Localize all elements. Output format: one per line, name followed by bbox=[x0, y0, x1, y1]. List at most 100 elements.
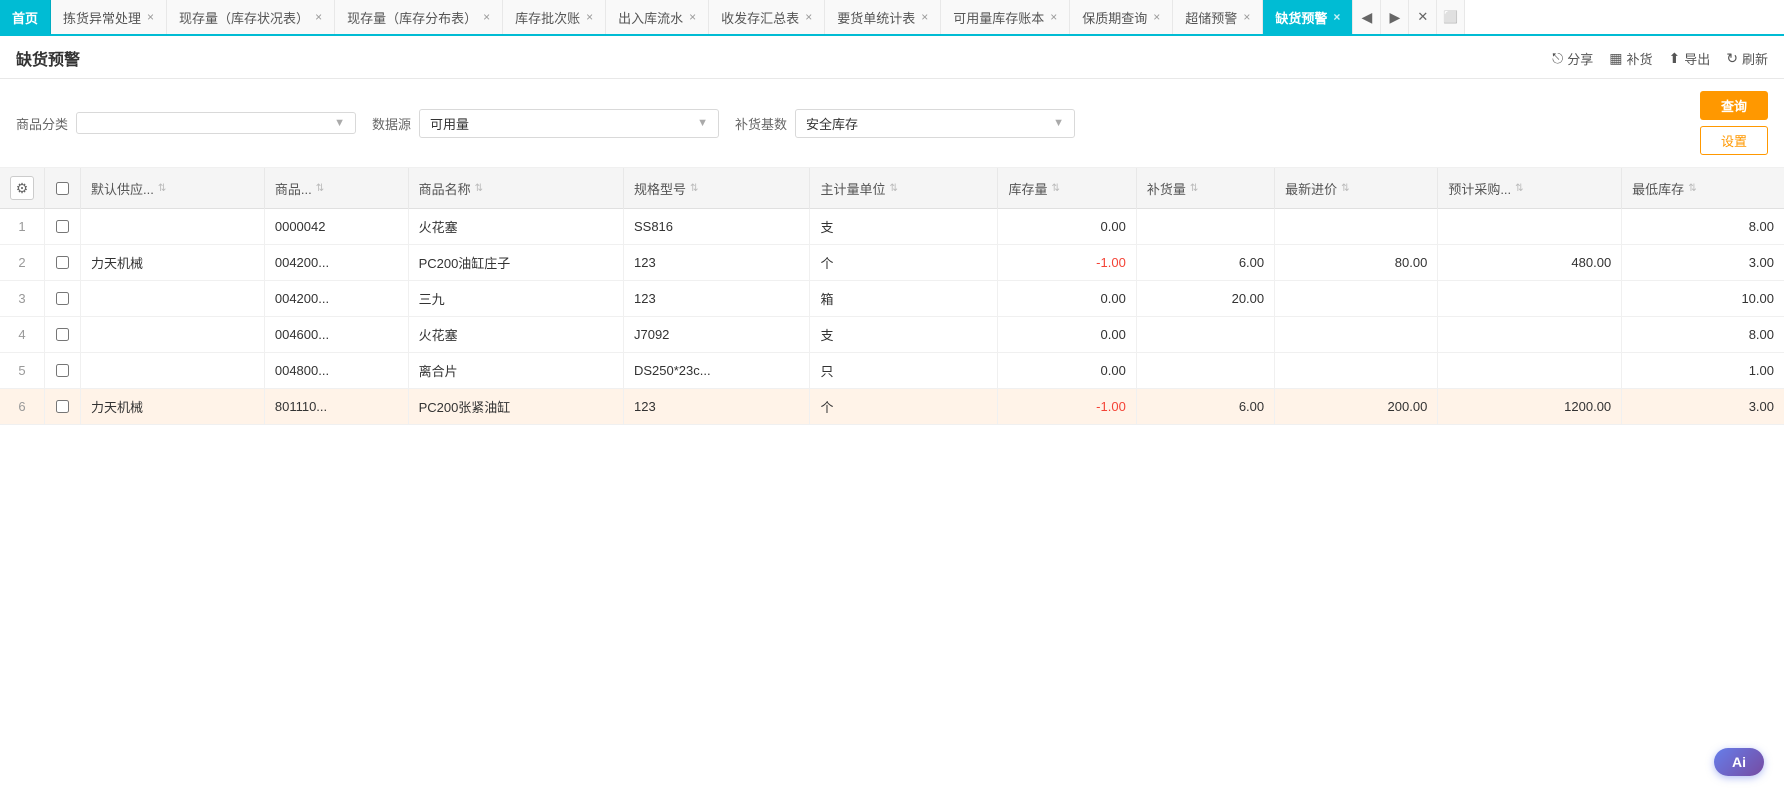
sort-icon-stock: ⇅ bbox=[1052, 183, 1060, 194]
th-min-stock-sort[interactable]: 最低库存 ⇅ bbox=[1632, 179, 1774, 198]
column-settings-button[interactable]: ⚙ bbox=[10, 176, 34, 200]
tab-close-inventory-status[interactable]: × bbox=[315, 11, 322, 23]
cell-min-stock-6: 3.00 bbox=[1622, 389, 1784, 425]
tab-batch-account[interactable]: 库存批次账 × bbox=[503, 0, 606, 34]
cell-min-stock-3: 10.00 bbox=[1622, 281, 1784, 317]
th-stock-sort[interactable]: 库存量 ⇅ bbox=[1008, 179, 1125, 198]
page-header: 缺货预警 ⎋ 分享 ▦ 补货 ⬆ 导出 ↻ 刷新 bbox=[0, 36, 1784, 79]
settings-button[interactable]: 设置 bbox=[1700, 126, 1768, 155]
datasource-select[interactable]: 可用量 ▼ bbox=[419, 109, 719, 138]
tab-inventory-dist[interactable]: 现存量（库存分布表） × bbox=[335, 0, 503, 34]
cell-spec-2: 123 bbox=[623, 245, 809, 281]
tab-close-inventory-dist[interactable]: × bbox=[483, 11, 490, 23]
cell-replenish-2: 6.00 bbox=[1136, 245, 1274, 281]
th-latest-price: 最新进价 ⇅ bbox=[1275, 168, 1438, 209]
tab-close-abnormal[interactable]: × bbox=[147, 11, 154, 23]
tab-close-recv-summary[interactable]: × bbox=[805, 11, 812, 23]
cell-latest-price-1 bbox=[1275, 209, 1438, 245]
tab-close-shortage[interactable]: × bbox=[1333, 11, 1340, 23]
th-product-code: 商品... ⇅ bbox=[264, 168, 408, 209]
cell-supplier-1 bbox=[81, 209, 265, 245]
tab-label-inventory-dist: 现存量（库存分布表） bbox=[347, 8, 477, 27]
th-latest-price-sort[interactable]: 最新进价 ⇅ bbox=[1285, 179, 1427, 198]
row-checkbox-4[interactable] bbox=[56, 328, 69, 341]
datasource-select-text: 可用量 bbox=[430, 114, 691, 133]
row-checkbox-2[interactable] bbox=[56, 256, 69, 269]
tab-expiry-query[interactable]: 保质期查询 × bbox=[1070, 0, 1173, 34]
tab-home-label: 首页 bbox=[12, 8, 38, 27]
tab-demand-stat[interactable]: 要货单统计表 × bbox=[825, 0, 941, 34]
tab-inventory-status[interactable]: 现存量（库存状况表） × bbox=[167, 0, 335, 34]
datasource-filter-group: 数据源 可用量 ▼ bbox=[372, 109, 719, 138]
th-spec: 规格型号 ⇅ bbox=[623, 168, 809, 209]
row-checkbox-1[interactable] bbox=[56, 220, 69, 233]
th-product-code-label: 商品... bbox=[275, 179, 312, 198]
tab-recv-summary[interactable]: 收发存汇总表 × bbox=[709, 0, 825, 34]
cell-index-5: 5 bbox=[0, 353, 45, 389]
sort-icon-spec: ⇅ bbox=[690, 183, 698, 194]
th-replenish: 补货量 ⇅ bbox=[1136, 168, 1274, 209]
th-default-supplier-sort[interactable]: 默认供应... ⇅ bbox=[91, 179, 254, 198]
datasource-chevron-icon: ▼ bbox=[697, 117, 708, 129]
cell-supplier-5 bbox=[81, 353, 265, 389]
cell-stock-2: -1.00 bbox=[998, 245, 1136, 281]
tab-prev-btn[interactable]: ◀ bbox=[1353, 0, 1381, 34]
replenish-label: 补货 bbox=[1626, 49, 1652, 68]
cell-checkbox-4 bbox=[45, 317, 81, 353]
tab-shortage[interactable]: 缺货预警 × bbox=[1263, 0, 1353, 34]
datasource-label: 数据源 bbox=[372, 114, 411, 133]
tab-close-available-ledger[interactable]: × bbox=[1050, 11, 1057, 23]
replenish-base-select[interactable]: 安全库存 ▼ bbox=[795, 109, 1075, 138]
tab-close-expiry-query[interactable]: × bbox=[1153, 11, 1160, 23]
tab-close-batch-account[interactable]: × bbox=[586, 11, 593, 23]
select-all-checkbox[interactable] bbox=[56, 182, 69, 195]
cell-stock-5: 0.00 bbox=[998, 353, 1136, 389]
cell-latest-price-6: 200.00 bbox=[1275, 389, 1438, 425]
cell-index-3: 3 bbox=[0, 281, 45, 317]
th-unit-sort[interactable]: 主计量单位 ⇅ bbox=[820, 179, 987, 198]
replenish-base-label: 补货基数 bbox=[735, 114, 787, 133]
query-button[interactable]: 查询 bbox=[1700, 91, 1768, 120]
refresh-label: 刷新 bbox=[1742, 49, 1768, 68]
tab-inout-flow[interactable]: 出入库流水 × bbox=[606, 0, 709, 34]
th-product-name-sort[interactable]: 商品名称 ⇅ bbox=[419, 179, 613, 198]
tab-restore-btn[interactable]: ⬜ bbox=[1437, 0, 1465, 34]
category-label: 商品分类 bbox=[16, 114, 68, 133]
th-default-supplier-label: 默认供应... bbox=[91, 179, 154, 198]
page-title: 缺货预警 bbox=[16, 46, 80, 70]
sort-icon-unit: ⇅ bbox=[889, 183, 897, 194]
cell-est-purchase-3 bbox=[1438, 281, 1622, 317]
tab-close-overstock[interactable]: × bbox=[1243, 11, 1250, 23]
th-min-stock-label: 最低库存 bbox=[1632, 179, 1684, 198]
cell-product-name-6: PC200张紧油缸 bbox=[408, 389, 623, 425]
row-checkbox-6[interactable] bbox=[56, 400, 69, 413]
th-checkbox bbox=[45, 168, 81, 209]
sort-icon-price: ⇅ bbox=[1341, 183, 1349, 194]
tab-close-inout-flow[interactable]: × bbox=[689, 11, 696, 23]
th-estimated-purchase-sort[interactable]: 预计采购... ⇅ bbox=[1448, 179, 1611, 198]
row-checkbox-3[interactable] bbox=[56, 292, 69, 305]
tab-home[interactable]: 首页 bbox=[0, 0, 51, 34]
share-button[interactable]: ⎋ 分享 bbox=[1552, 49, 1593, 68]
replenish-icon: ▦ bbox=[1609, 50, 1622, 67]
tab-overstock[interactable]: 超储预警 × bbox=[1173, 0, 1263, 34]
th-replenish-sort[interactable]: 补货量 ⇅ bbox=[1147, 179, 1264, 198]
tab-next-btn[interactable]: ▶ bbox=[1381, 0, 1409, 34]
tab-abnormal[interactable]: 拣货异常处理 × bbox=[51, 0, 167, 34]
export-button[interactable]: ⬆ 导出 bbox=[1669, 49, 1711, 68]
cell-unit-3: 箱 bbox=[810, 281, 998, 317]
refresh-button[interactable]: ↻ 刷新 bbox=[1726, 49, 1768, 68]
tab-close-all-btn[interactable]: ✕ bbox=[1409, 0, 1437, 34]
cell-replenish-3: 20.00 bbox=[1136, 281, 1274, 317]
sort-icon-name: ⇅ bbox=[475, 183, 483, 194]
th-product-code-sort[interactable]: 商品... ⇅ bbox=[275, 179, 398, 198]
row-checkbox-5[interactable] bbox=[56, 364, 69, 377]
tab-available-ledger[interactable]: 可用量库存账本 × bbox=[941, 0, 1070, 34]
replenish-button[interactable]: ▦ 补货 bbox=[1609, 49, 1652, 68]
tab-close-demand-stat[interactable]: × bbox=[921, 11, 928, 23]
cell-est-purchase-5 bbox=[1438, 353, 1622, 389]
ai-badge[interactable]: Ai bbox=[1714, 748, 1764, 776]
category-select[interactable]: ▼ bbox=[76, 112, 356, 134]
th-spec-label: 规格型号 bbox=[634, 179, 686, 198]
th-spec-sort[interactable]: 规格型号 ⇅ bbox=[634, 179, 799, 198]
